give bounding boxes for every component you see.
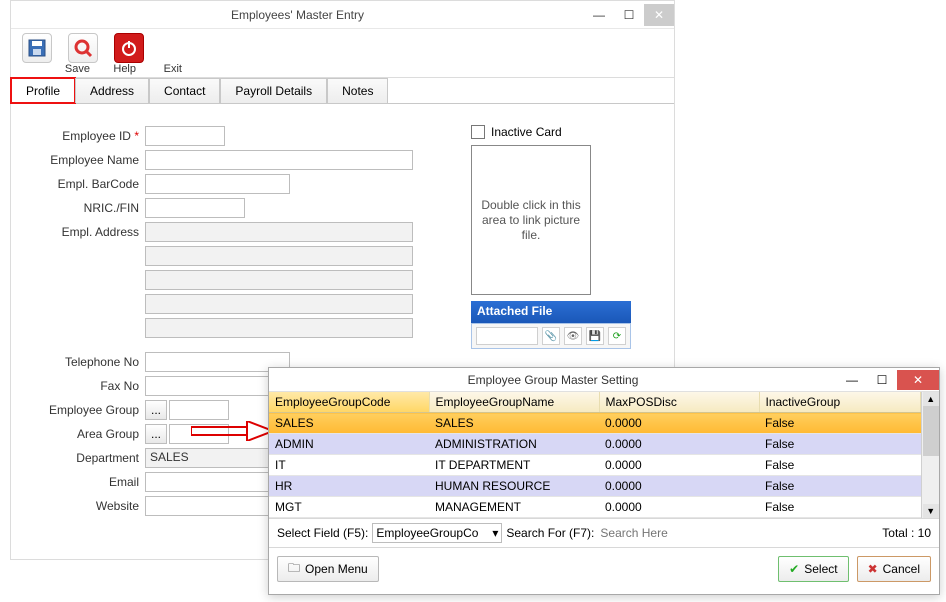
tab-address[interactable]: Address [75,78,149,103]
attach-refresh-icon[interactable]: ⟳ [608,327,626,345]
right-panel: Inactive Card Double click in this area … [471,125,631,349]
popup-titlebar: Employee Group Master Setting — ☐ ✕ [269,368,939,392]
grid-scrollbar[interactable]: ▲ ▼ [921,392,939,518]
table-row[interactable]: SALESSALES0.0000False [269,413,921,434]
table-row[interactable]: ITIT DEPARTMENT0.0000False [269,455,921,476]
scroll-up-icon[interactable]: ▲ [923,392,939,406]
fax-no-label: Fax No [27,379,145,393]
close-button[interactable]: ✕ [644,4,674,26]
open-menu-button[interactable]: 🗀 Open Menu [277,556,379,582]
group-grid[interactable]: EmployeeGroupCode EmployeeGroupName MaxP… [269,392,921,518]
attach-save-icon[interactable]: 💾 [586,327,604,345]
x-icon: ✖ [868,562,878,576]
col-inactive[interactable]: InactiveGroup [759,392,921,413]
empl-address-field-2[interactable] [145,246,413,266]
scroll-down-icon[interactable]: ▼ [923,504,939,518]
search-for-label: Search For (F7): [506,526,594,540]
empl-address-label: Empl. Address [27,225,145,239]
group-master-popup: Employee Group Master Setting — ☐ ✕ Empl… [268,367,940,595]
table-row[interactable]: ADMINADMINISTRATION0.0000False [269,434,921,455]
area-group-lookup-button[interactable]: ... [145,424,167,444]
area-group-label: Area Group [27,427,145,441]
col-disc[interactable]: MaxPOSDisc [599,392,759,413]
empl-address-field-4[interactable] [145,294,413,314]
inactive-card-label: Inactive Card [491,125,562,139]
scroll-thumb[interactable] [923,406,939,456]
popup-close-button[interactable]: ✕ [897,370,939,390]
telephone-no-label: Telephone No [27,355,145,369]
empl-barcode-label: Empl. BarCode [27,177,145,191]
window-title: Employees' Master Entry [11,8,584,22]
help-icon [68,33,98,63]
toolbar: Save Help Exit [11,29,674,78]
select-field-combo[interactable]: EmployeeGroupCo ▾ [372,523,502,543]
titlebar: Employees' Master Entry — ☐ ✕ [11,1,674,29]
employee-name-field[interactable] [145,150,413,170]
employee-group-field[interactable] [169,400,229,420]
tabstrip: Profile Address Contact Payroll Details … [11,78,674,104]
annotation-arrow [191,421,273,441]
popup-maximize-button[interactable]: ☐ [867,370,897,390]
tab-profile[interactable]: Profile [11,78,75,103]
attached-file-header: Attached File [471,301,631,323]
empl-barcode-field[interactable] [145,174,290,194]
employee-id-field[interactable] [145,126,225,146]
attached-file-bar: 📎 👁 💾 ⟳ [471,323,631,349]
email-label: Email [27,475,145,489]
floppy-icon [22,33,52,63]
employee-id-label: Employee ID * [27,129,145,143]
chevron-down-icon: ▾ [492,526,498,540]
select-button[interactable]: ✔ Select [778,556,848,582]
nric-fin-field[interactable] [145,198,245,218]
empl-address-field-3[interactable] [145,270,413,290]
select-field-label: Select Field (F5): [277,526,368,540]
table-row[interactable]: HRHUMAN RESOURCE0.0000False [269,476,921,497]
cancel-button[interactable]: ✖ Cancel [857,556,931,582]
tab-notes[interactable]: Notes [327,78,388,103]
inactive-card-checkbox[interactable] [471,125,485,139]
folder-icon: 🗀 [288,559,300,580]
popup-title: Employee Group Master Setting [269,373,837,387]
picture-hint: Double click in this area to link pictur… [476,198,586,243]
empl-address-field-5[interactable] [145,318,413,338]
power-icon [114,33,144,63]
search-input[interactable] [598,525,878,541]
total-label: Total : 10 [882,526,931,540]
attached-file-name-field[interactable] [476,327,538,345]
tab-payroll-details[interactable]: Payroll Details [220,78,327,103]
grid-wrap: EmployeeGroupCode EmployeeGroupName MaxP… [269,392,939,518]
picture-box[interactable]: Double click in this area to link pictur… [471,145,591,295]
employee-group-label: Employee Group [27,403,145,417]
employee-group-lookup-button[interactable]: ... [145,400,167,420]
employee-name-label: Employee Name [27,153,145,167]
popup-search-bar: Select Field (F5): EmployeeGroupCo ▾ Sea… [269,518,939,547]
col-code[interactable]: EmployeeGroupCode [269,392,429,413]
nric-fin-label: NRIC./FIN [27,201,145,215]
popup-buttons: 🗀 Open Menu ✔ Select ✖ Cancel [269,547,939,590]
attach-pin-icon[interactable]: 📎 [542,327,560,345]
website-label: Website [27,499,145,513]
popup-minimize-button[interactable]: — [837,370,867,390]
empl-address-field-1[interactable] [145,222,413,242]
maximize-button[interactable]: ☐ [614,4,644,26]
col-name[interactable]: EmployeeGroupName [429,392,599,413]
minimize-button[interactable]: — [584,4,614,26]
tab-contact[interactable]: Contact [149,78,220,103]
exit-button[interactable]: Exit [109,33,149,75]
attach-view-icon[interactable]: 👁 [564,327,582,345]
department-label: Department [27,451,145,465]
check-icon: ✔ [789,562,799,576]
exit-label: Exit [70,63,188,75]
table-row[interactable]: MGTMANAGEMENT0.0000False [269,497,921,518]
